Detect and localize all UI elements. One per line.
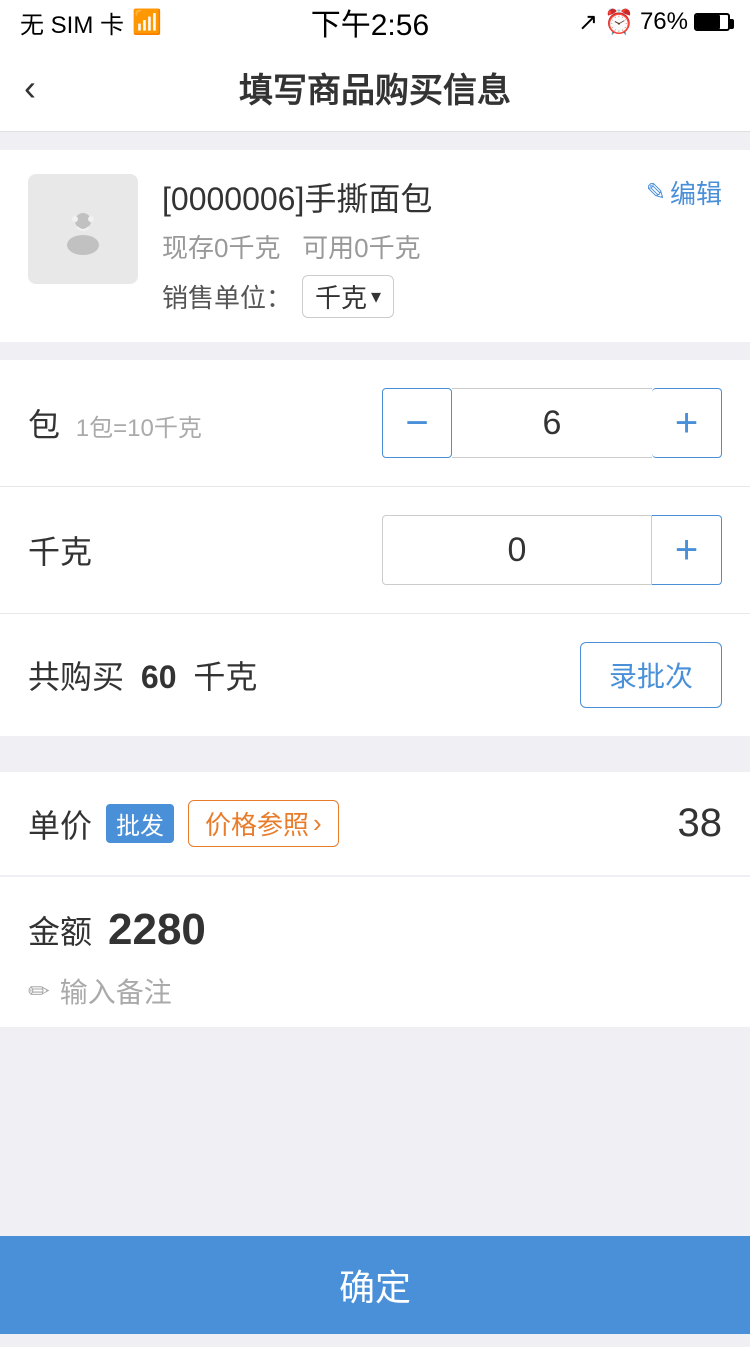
- status-left: 无 SIM 卡 📶: [20, 5, 162, 40]
- edit-icon: ✎: [646, 178, 666, 207]
- amount-row: 金额 2280: [28, 905, 722, 955]
- alarm-icon: ⏰: [604, 8, 634, 37]
- note-row[interactable]: ✏ 输入备注: [28, 971, 722, 1011]
- product-image: [28, 174, 138, 284]
- battery-icon: [694, 13, 730, 31]
- bao-plus-button[interactable]: +: [652, 388, 722, 458]
- price-label: 单价: [28, 801, 92, 847]
- battery-label: 76%: [640, 8, 688, 36]
- nav-bar: ‹ 填写商品购买信息: [0, 44, 750, 132]
- status-bar: 无 SIM 卡 📶 下午2:56 ↗ ⏰ 76%: [0, 0, 750, 44]
- price-ref-button[interactable]: 价格参照 ›: [188, 800, 339, 847]
- section-gap-2: [0, 736, 750, 754]
- note-placeholder: 输入备注: [60, 971, 172, 1011]
- price-section: 单价 批发 价格参照 › 38: [0, 772, 750, 875]
- product-stock: 现存0千克 可用0千克: [162, 228, 722, 265]
- qianke-stepper: +: [382, 515, 722, 585]
- edit-button[interactable]: ✎ 编辑: [646, 174, 722, 211]
- product-unit: 销售单位： 千克 ▾: [162, 275, 722, 318]
- unit-select[interactable]: 千克 ▾: [302, 275, 394, 318]
- chevron-right-icon: ›: [313, 808, 322, 839]
- qianke-label: 千克: [28, 527, 382, 573]
- status-right: ↗ ⏰ 76%: [578, 8, 730, 37]
- bao-input-section: 包 1包=10千克 − + 千克 +: [0, 360, 750, 614]
- total-row: 共购买 60 千克 录批次: [0, 614, 750, 736]
- product-card: [0000006]手撕面包 现存0千克 可用0千克 销售单位： 千克 ▾ ✎ 编…: [0, 150, 750, 342]
- confirm-button[interactable]: 确定: [0, 1236, 750, 1334]
- price-value: 38: [678, 801, 723, 846]
- qianke-input[interactable]: [382, 515, 652, 585]
- note-icon: ✏: [28, 976, 50, 1007]
- total-text: 共购买 60 千克: [28, 652, 257, 698]
- price-tag: 批发: [106, 804, 174, 843]
- qianke-row: 千克 +: [0, 487, 750, 614]
- qianke-plus-button[interactable]: +: [652, 515, 722, 585]
- status-time: 下午2:56: [311, 0, 429, 44]
- wifi-icon: 📶: [132, 8, 162, 37]
- bao-row: 包 1包=10千克 − +: [0, 360, 750, 487]
- sim-label: 无 SIM 卡: [20, 5, 124, 40]
- back-button[interactable]: ‹: [24, 67, 36, 109]
- section-gap-1: [0, 342, 750, 360]
- batch-button[interactable]: 录批次: [580, 642, 722, 708]
- location-icon: ↗: [578, 8, 598, 37]
- bao-input[interactable]: [452, 388, 652, 458]
- dropdown-icon: ▾: [371, 284, 381, 309]
- product-placeholder-icon: [53, 199, 113, 259]
- page-title: 填写商品购买信息: [239, 63, 511, 112]
- product-info: [0000006]手撕面包 现存0千克 可用0千克 销售单位： 千克 ▾: [162, 174, 722, 318]
- bao-stepper: − +: [382, 388, 722, 458]
- amount-label: 金额: [28, 907, 92, 953]
- bao-minus-button[interactable]: −: [382, 388, 452, 458]
- product-name: [0000006]手撕面包: [162, 174, 722, 220]
- amount-section: 金额 2280 ✏ 输入备注: [0, 877, 750, 1027]
- bao-label: 包 1包=10千克: [28, 400, 382, 446]
- amount-value: 2280: [108, 905, 206, 955]
